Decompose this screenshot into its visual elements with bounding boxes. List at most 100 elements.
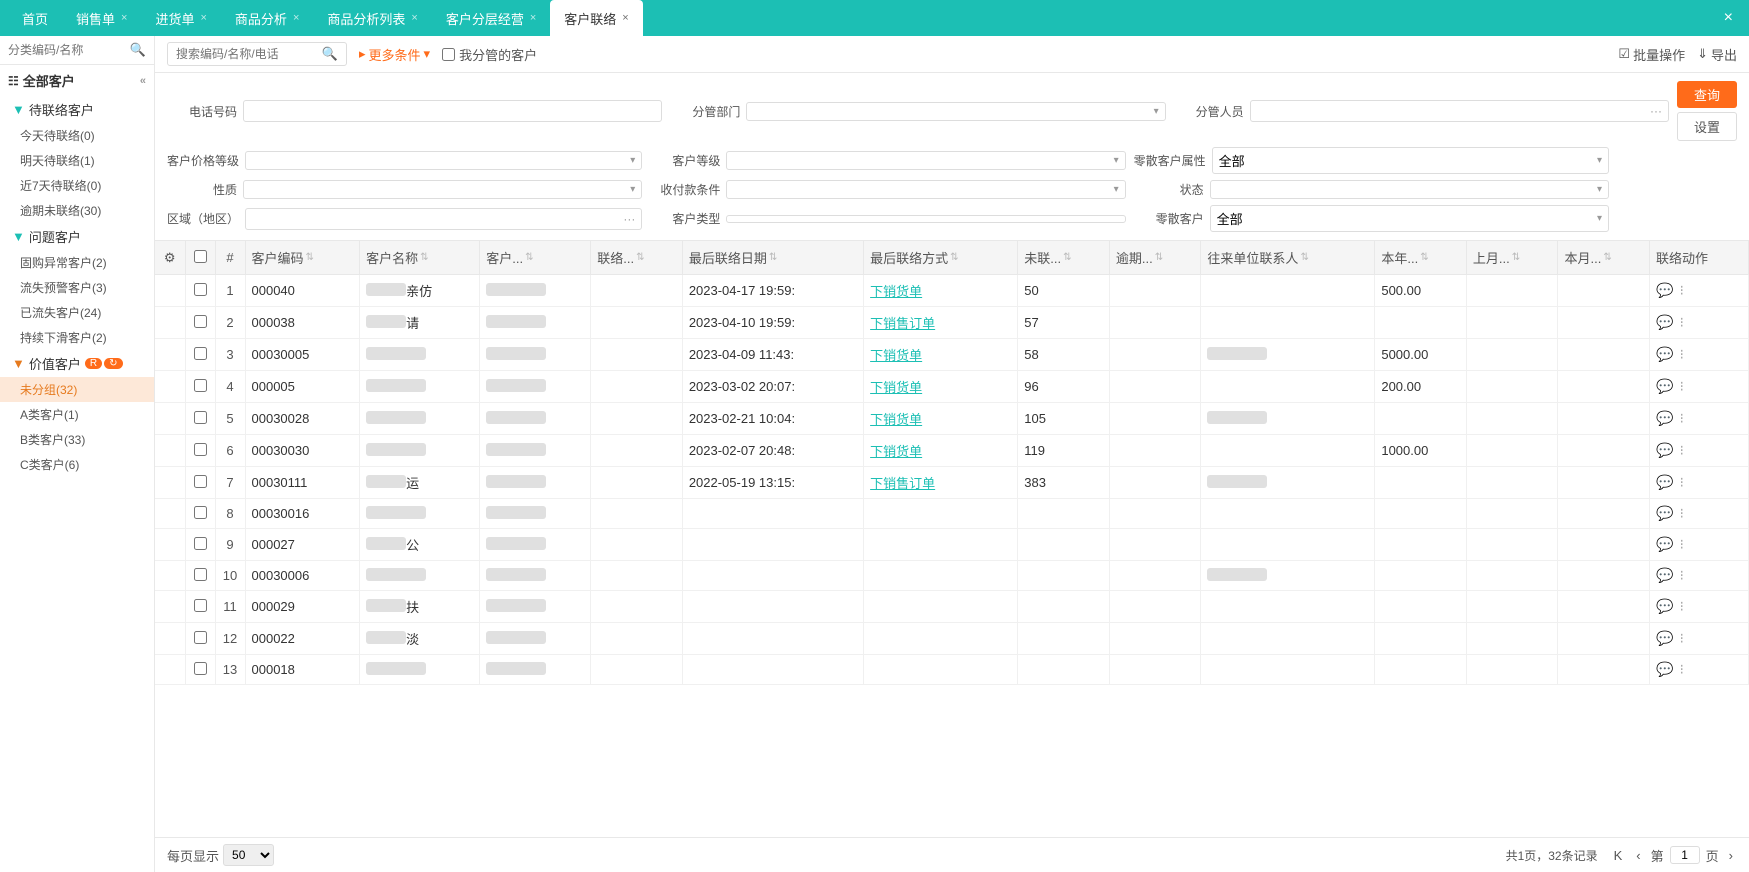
sidebar-item-overdue[interactable]: 逾期未联络(30) [0, 198, 154, 223]
grid-action-icon[interactable]: ⁝ [1679, 598, 1683, 615]
tab-sales-order[interactable]: 销售单 × [62, 0, 141, 36]
grid-action-icon[interactable]: ⁝ [1679, 505, 1683, 522]
pending-contact-group[interactable]: ▼ 待联络客户 [0, 96, 154, 123]
close-product-analysis[interactable]: × [293, 12, 299, 24]
query-button[interactable]: 查询 [1677, 81, 1737, 108]
collapse-icon[interactable]: « [140, 75, 146, 87]
sidebar-search-icon[interactable]: 🔍 [130, 42, 146, 58]
sidebar-item-today[interactable]: 今天待联络(0) [0, 123, 154, 148]
th-overdue[interactable]: 逾期...⇅ [1109, 241, 1201, 275]
close-sales-order[interactable]: × [121, 12, 127, 24]
grid-action-icon[interactable]: ⁝ [1679, 567, 1683, 584]
td-last-method[interactable] [864, 499, 1018, 529]
th-customer-name[interactable]: 客户名称⇅ [360, 241, 480, 275]
grid-action-icon[interactable]: ⁝ [1679, 410, 1683, 427]
td-checkbox[interactable] [185, 275, 215, 307]
region-select[interactable]: ··· [245, 208, 642, 230]
grid-action-icon[interactable]: ⁝ [1679, 346, 1683, 363]
td-last-method[interactable] [864, 529, 1018, 561]
td-checkbox[interactable] [185, 499, 215, 529]
row-checkbox[interactable] [194, 315, 207, 328]
sidebar-item-churned[interactable]: 已流失客户(24) [0, 300, 154, 325]
grid-action-icon[interactable]: ⁝ [1679, 661, 1683, 678]
method-link[interactable]: 下销货单 [870, 348, 922, 363]
main-search-box[interactable]: 🔍 [167, 42, 347, 66]
chat-icon[interactable]: 💬 [1656, 314, 1673, 331]
td-checkbox[interactable] [185, 371, 215, 403]
row-checkbox[interactable] [194, 283, 207, 296]
td-checkbox[interactable] [185, 561, 215, 591]
row-checkbox[interactable] [194, 599, 207, 612]
th-this-year[interactable]: 本年...⇅ [1375, 241, 1467, 275]
method-link[interactable]: 下销售订单 [870, 476, 935, 491]
tab-customer-segmentation[interactable]: 客户分层经营 × [432, 0, 550, 36]
td-checkbox[interactable] [185, 655, 215, 685]
chat-icon[interactable]: 💬 [1656, 282, 1673, 299]
sidebar-item-churn-warning[interactable]: 流失预警客户(3) [0, 275, 154, 300]
next-page-btn[interactable]: › [1725, 847, 1737, 864]
row-checkbox[interactable] [194, 475, 207, 488]
sidebar-item-tomorrow[interactable]: 明天待联络(1) [0, 148, 154, 173]
chat-icon[interactable]: 💬 [1656, 661, 1673, 678]
method-link[interactable]: 下销货单 [870, 284, 922, 299]
chat-icon[interactable]: 💬 [1656, 505, 1673, 522]
grid-action-icon[interactable]: ⁝ [1679, 314, 1683, 331]
th-this-month[interactable]: 本月...⇅ [1558, 241, 1650, 275]
grid-action-icon[interactable]: ⁝ [1679, 630, 1683, 647]
window-close-button[interactable]: × [1716, 9, 1741, 27]
sidebar-item-type-b[interactable]: B类客户(33) [0, 427, 154, 452]
row-checkbox[interactable] [194, 506, 207, 519]
prev-page-btn[interactable]: ‹ [1632, 847, 1644, 864]
close-purchase-order[interactable]: × [200, 12, 206, 24]
td-checkbox[interactable] [185, 339, 215, 371]
home-tab[interactable]: 首页 [8, 0, 62, 36]
method-link[interactable]: 下销货单 [870, 412, 922, 427]
row-checkbox[interactable] [194, 662, 207, 675]
sidebar-search-input[interactable] [8, 43, 126, 57]
payment-select[interactable]: ▾ [726, 180, 1125, 199]
page-number-input[interactable] [1670, 846, 1700, 864]
retail-customer-select[interactable]: 全部 ▾ [1210, 205, 1609, 232]
th-customer-col1[interactable]: 客户...⇅ [480, 241, 591, 275]
row-checkbox[interactable] [194, 568, 207, 581]
td-last-method[interactable] [864, 561, 1018, 591]
th-settings[interactable]: ⚙ [155, 241, 185, 275]
all-customers-header[interactable]: ☷ 全部客户 « [0, 65, 154, 96]
export-btn[interactable]: ⇓ 导出 [1697, 45, 1737, 64]
row-checkbox[interactable] [194, 537, 207, 550]
phone-input[interactable] [243, 100, 662, 122]
sidebar-item-ungroup[interactable]: 未分组(32) [0, 377, 154, 402]
my-customers-check[interactable] [442, 48, 455, 61]
grid-action-icon[interactable]: ⁝ [1679, 282, 1683, 299]
row-checkbox[interactable] [194, 443, 207, 456]
chat-icon[interactable]: 💬 [1656, 598, 1673, 615]
retail-attr-select[interactable]: 全部 ▾ [1212, 147, 1609, 174]
customer-level-select[interactable]: ▾ [726, 151, 1125, 170]
sidebar-item-type-c[interactable]: C类客户(6) [0, 452, 154, 477]
batch-ops-btn[interactable]: ☑ 批量操作 [1618, 45, 1685, 64]
tab-product-analysis-list[interactable]: 商品分析列表 × [313, 0, 431, 36]
row-checkbox[interactable] [194, 347, 207, 360]
grid-action-icon[interactable]: ⁝ [1679, 536, 1683, 553]
person-more-icon[interactable]: ··· [1650, 104, 1662, 118]
th-customer-col2[interactable]: 联络...⇅ [591, 241, 683, 275]
grid-action-icon[interactable]: ⁝ [1679, 378, 1683, 395]
td-last-method[interactable]: 下销售订单 [864, 467, 1018, 499]
main-search-icon[interactable]: 🔍 [322, 46, 338, 62]
chat-icon[interactable]: 💬 [1656, 536, 1673, 553]
sidebar-item-7days[interactable]: 近7天待联络(0) [0, 173, 154, 198]
main-search-input[interactable] [176, 47, 318, 61]
td-checkbox[interactable] [185, 467, 215, 499]
row-checkbox[interactable] [194, 631, 207, 644]
th-customer-code[interactable]: 客户编码⇅ [245, 241, 360, 275]
th-contacts[interactable]: 往来单位联系人⇅ [1201, 241, 1375, 275]
my-customers-checkbox[interactable]: 我分管的客户 [442, 45, 537, 64]
region-more-icon[interactable]: ··· [623, 212, 635, 226]
nature-select[interactable]: ▾ [243, 180, 642, 199]
tab-customer-contact[interactable]: 客户联络 × [550, 0, 642, 36]
td-last-method[interactable] [864, 623, 1018, 655]
th-last-date[interactable]: 最后联络日期⇅ [682, 241, 863, 275]
td-last-method[interactable]: 下销货单 [864, 435, 1018, 467]
tab-product-analysis[interactable]: 商品分析 × [221, 0, 313, 36]
status-select[interactable]: ▾ [1210, 180, 1609, 199]
